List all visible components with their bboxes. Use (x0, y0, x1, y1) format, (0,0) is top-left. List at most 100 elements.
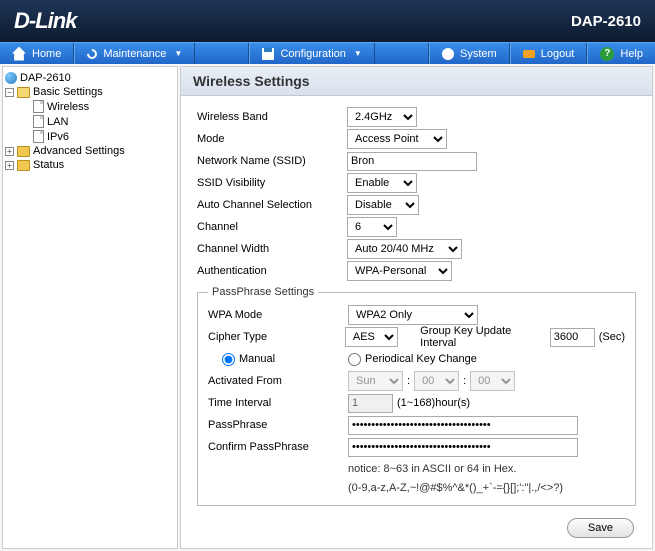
radio-periodical-label: Periodical Key Change (365, 353, 477, 365)
passphrase-legend: PassPhrase Settings (208, 286, 318, 298)
select-cipher[interactable]: AES (345, 327, 398, 347)
collapse-icon[interactable]: − (5, 88, 14, 97)
home-icon (12, 47, 26, 61)
select-width[interactable]: Auto 20/40 MHz (347, 239, 462, 259)
label-activated: Activated From (208, 375, 348, 387)
tree-lan-label: LAN (47, 116, 68, 128)
tree-wireless[interactable]: Wireless (33, 99, 175, 114)
nav-logout-label: Logout (541, 48, 575, 60)
select-mm: 00 (470, 371, 515, 391)
notice-line2: (0-9,a-z,A-Z,~!@#$%^&*()_+`-={}[];':"|.,… (348, 481, 625, 496)
chevron-down-icon: ▼ (354, 49, 362, 58)
label-sec: (Sec) (599, 331, 625, 343)
label-gkui: Group Key Update Interval (420, 325, 546, 349)
tree-advanced-settings[interactable]: + Advanced Settings (5, 144, 175, 158)
nav-help[interactable]: ? Help (587, 43, 655, 64)
label-time-interval: Time Interval (208, 397, 348, 409)
key-icon (523, 50, 535, 58)
folder-open-icon (17, 87, 30, 98)
top-nav: Home Maintenance ▼ Configuration ▼ Syste… (0, 42, 655, 64)
tree-ipv6-label: IPv6 (47, 131, 69, 143)
model-label: DAP-2610 (571, 13, 641, 30)
page-icon (33, 130, 44, 143)
page-icon (33, 115, 44, 128)
disk-icon (262, 48, 274, 60)
label-ssid: Network Name (SSID) (197, 155, 347, 167)
input-time-interval (348, 394, 393, 413)
tool-icon (85, 46, 99, 60)
nav-configuration[interactable]: Configuration ▼ (249, 43, 374, 64)
label-visibility: SSID Visibility (197, 177, 347, 189)
nav-home-label: Home (32, 48, 61, 60)
folder-icon (17, 146, 30, 157)
radio-manual-input[interactable] (222, 353, 235, 366)
nav-help-label: Help (620, 48, 643, 60)
nav-configuration-label: Configuration (280, 48, 345, 60)
tree-status[interactable]: + Status (5, 158, 175, 172)
radio-periodical[interactable]: Periodical Key Change (348, 353, 477, 366)
select-channel[interactable]: 6 (347, 217, 397, 237)
tree-basic-label: Basic Settings (33, 86, 103, 98)
tree-basic-settings[interactable]: − Basic Settings (5, 85, 175, 99)
input-confirm-passphrase[interactable] (348, 438, 578, 457)
label-hours: (1~168)hour(s) (397, 397, 470, 409)
notice-line1: notice: 8~63 in ASCII or 64 in Hex. (348, 462, 625, 477)
nav-home[interactable]: Home (0, 43, 74, 64)
save-button[interactable]: Save (567, 518, 634, 538)
label-width: Channel Width (197, 243, 347, 255)
input-gkui[interactable] (550, 328, 595, 347)
label-wpa-mode: WPA Mode (208, 309, 348, 321)
select-hh: 00 (414, 371, 459, 391)
select-auto-channel[interactable]: Disable (347, 195, 419, 215)
label-passphrase: PassPhrase (208, 419, 348, 431)
select-day: Sun (348, 371, 403, 391)
expand-icon[interactable]: + (5, 147, 14, 156)
label-auth: Authentication (197, 265, 347, 277)
main-area: DAP-2610 − Basic Settings Wireless LAN I… (0, 64, 655, 551)
header: D-Link DAP-2610 (0, 0, 655, 42)
folder-icon (17, 160, 30, 171)
nav-system-label: System (460, 48, 497, 60)
tree-lan[interactable]: LAN (33, 114, 175, 129)
label-auto-channel: Auto Channel Selection (197, 199, 347, 211)
tree-root-label: DAP-2610 (20, 72, 71, 84)
form-area: Wireless Band 2.4GHz Mode Access Point N… (181, 96, 652, 514)
label-band: Wireless Band (197, 111, 347, 123)
tree-wireless-label: Wireless (47, 101, 89, 113)
tree-root[interactable]: DAP-2610 (5, 71, 175, 85)
button-bar: Save (181, 514, 652, 548)
label-channel: Channel (197, 221, 347, 233)
label-confirm-passphrase: Confirm PassPhrase (208, 441, 348, 453)
radio-manual[interactable]: Manual (222, 353, 348, 366)
gear-icon (442, 48, 454, 60)
radio-periodical-input[interactable] (348, 353, 361, 366)
input-ssid[interactable] (347, 152, 477, 171)
colon: : (407, 375, 410, 387)
chevron-down-icon: ▼ (174, 49, 182, 58)
tree-advanced-label: Advanced Settings (33, 145, 125, 157)
select-wpa-mode[interactable]: WPA2 Only (348, 305, 478, 325)
label-mode: Mode (197, 133, 347, 145)
expand-icon[interactable]: + (5, 161, 14, 170)
tree-status-label: Status (33, 159, 64, 171)
brand-logo: D-Link (14, 8, 76, 34)
panel-title: Wireless Settings (181, 67, 652, 96)
select-mode[interactable]: Access Point (347, 129, 447, 149)
nav-system[interactable]: System (429, 43, 510, 64)
select-auth[interactable]: WPA-Personal (347, 261, 452, 281)
radio-manual-label: Manual (239, 353, 275, 365)
nav-maintenance[interactable]: Maintenance ▼ (74, 43, 195, 64)
colon: : (463, 375, 466, 387)
sidebar-tree: DAP-2610 − Basic Settings Wireless LAN I… (2, 66, 178, 549)
label-cipher: Cipher Type (208, 331, 345, 343)
input-passphrase[interactable] (348, 416, 578, 435)
select-visibility[interactable]: Enable (347, 173, 417, 193)
content-panel: Wireless Settings Wireless Band 2.4GHz M… (180, 66, 653, 549)
nav-logout[interactable]: Logout (510, 43, 588, 64)
page-icon (33, 100, 44, 113)
tree-ipv6[interactable]: IPv6 (33, 129, 175, 144)
select-band[interactable]: 2.4GHz (347, 107, 417, 127)
globe-icon (5, 72, 17, 84)
nav-maintenance-label: Maintenance (103, 48, 166, 60)
help-icon: ? (600, 47, 614, 61)
